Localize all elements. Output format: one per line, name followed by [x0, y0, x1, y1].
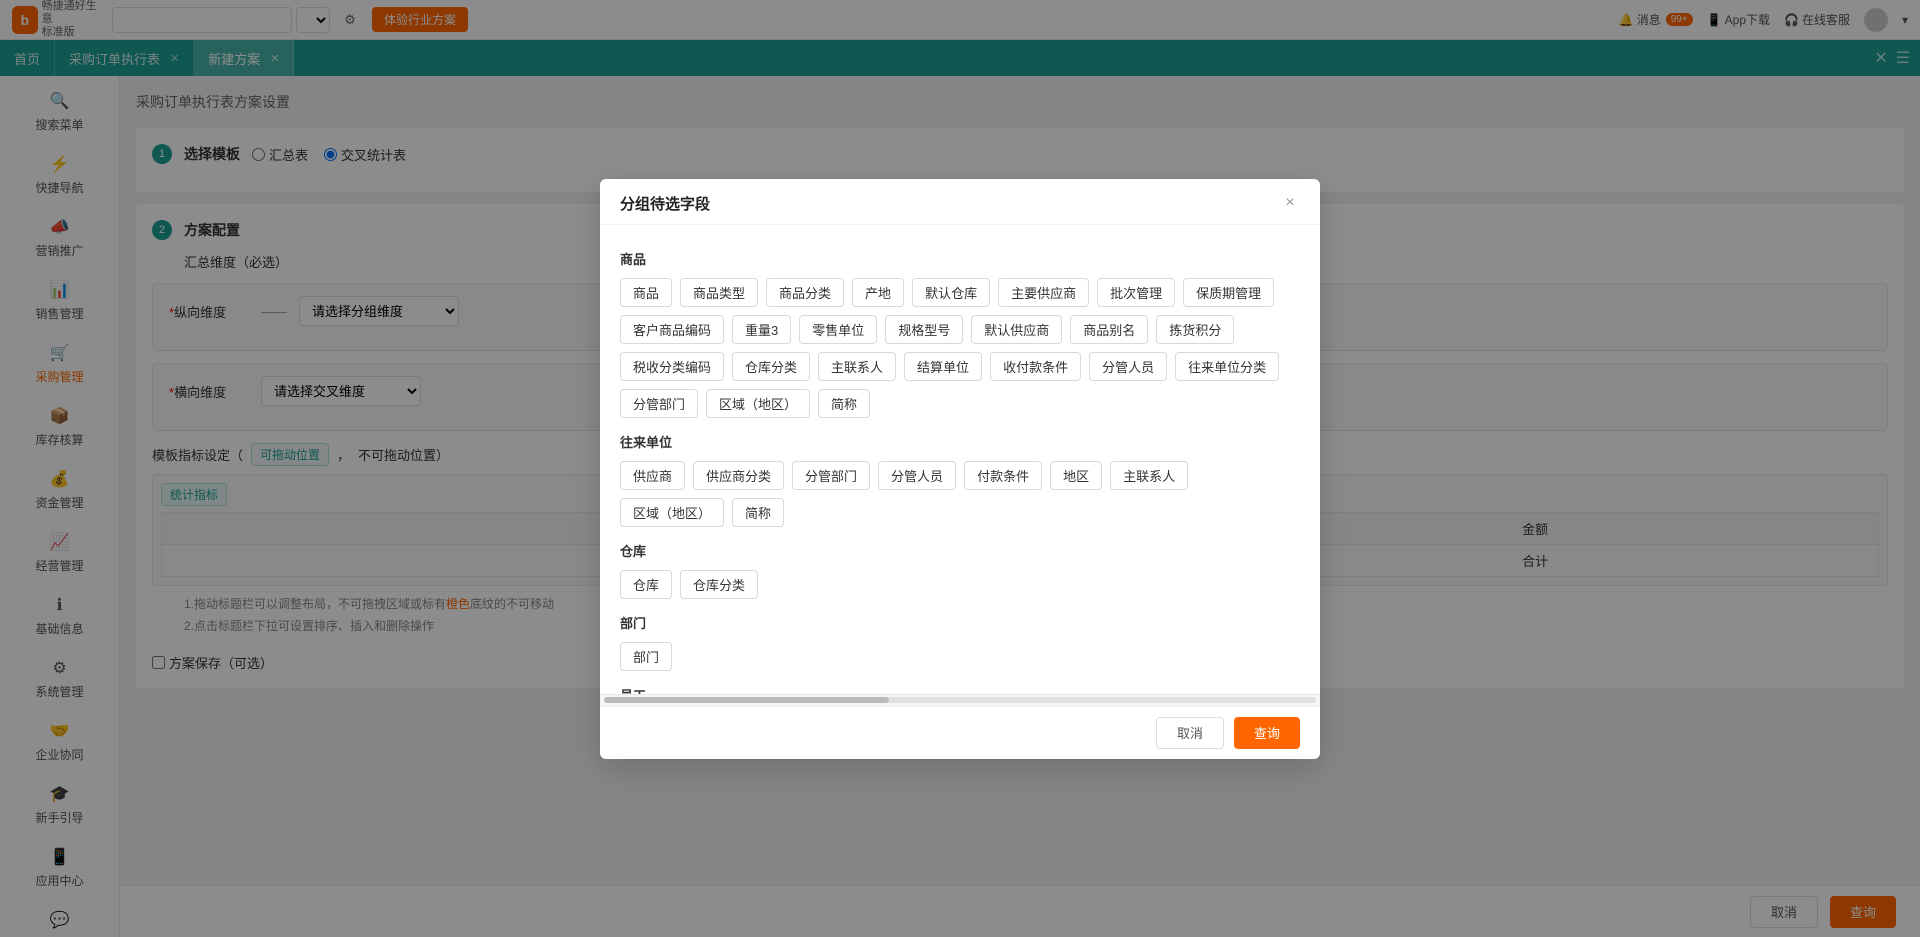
modal-cancel-button[interactable]: 取消: [1156, 717, 1224, 749]
field-chip[interactable]: 供应商分类: [693, 461, 784, 490]
field-chip[interactable]: 保质期管理: [1183, 278, 1274, 307]
field-chip[interactable]: 付款条件: [964, 461, 1042, 490]
field-chip[interactable]: 区域（地区）: [620, 498, 724, 527]
field-chip[interactable]: 默认仓库: [912, 278, 990, 307]
modal-title: 分组待选字段: [620, 193, 710, 214]
modal-hscrollbar[interactable]: [600, 694, 1320, 706]
field-chip[interactable]: 商品: [620, 278, 672, 307]
field-chip[interactable]: 税收分类编码: [620, 352, 724, 381]
field-chip[interactable]: 规格型号: [885, 315, 963, 344]
hscroll-thumb: [604, 697, 889, 703]
modal-overlay[interactable]: 分组待选字段 × 商品 商品 商品类型 商品分类 产地 默认仓库 主要供应商 批…: [0, 0, 1920, 937]
section-title-staff: 员工: [620, 685, 1300, 694]
field-chip[interactable]: 部门: [620, 642, 672, 671]
section-title-partner: 往来单位: [620, 432, 1300, 451]
field-grid-goods: 商品 商品类型 商品分类 产地 默认仓库 主要供应商 批次管理 保质期管理 客户…: [620, 278, 1300, 418]
field-chip[interactable]: 商品分类: [766, 278, 844, 307]
modal: 分组待选字段 × 商品 商品 商品类型 商品分类 产地 默认仓库 主要供应商 批…: [600, 179, 1320, 759]
field-chip[interactable]: 仓库分类: [680, 570, 758, 599]
field-chip[interactable]: 批次管理: [1097, 278, 1175, 307]
field-chip[interactable]: 产地: [852, 278, 904, 307]
field-chip[interactable]: 分管人员: [878, 461, 956, 490]
field-chip[interactable]: 简称: [818, 389, 870, 418]
section-title-goods: 商品: [620, 249, 1300, 268]
field-chip[interactable]: 分管部门: [620, 389, 698, 418]
field-chip[interactable]: 地区: [1050, 461, 1102, 490]
field-chip[interactable]: 默认供应商: [971, 315, 1062, 344]
modal-header: 分组待选字段 ×: [600, 179, 1320, 225]
field-chip[interactable]: 商品别名: [1070, 315, 1148, 344]
field-chip[interactable]: 主联系人: [1110, 461, 1188, 490]
modal-confirm-button[interactable]: 查询: [1234, 717, 1300, 749]
field-chip[interactable]: 分管人员: [1089, 352, 1167, 381]
field-chip[interactable]: 分管部门: [792, 461, 870, 490]
field-chip[interactable]: 主要供应商: [998, 278, 1089, 307]
field-chip[interactable]: 主联系人: [818, 352, 896, 381]
field-chip[interactable]: 往来单位分类: [1175, 352, 1279, 381]
field-chip[interactable]: 结算单位: [904, 352, 982, 381]
modal-close-button[interactable]: ×: [1280, 193, 1300, 213]
hscroll-track: [604, 697, 1316, 703]
field-grid-partner: 供应商 供应商分类 分管部门 分管人员 付款条件 地区 主联系人 区域（地区） …: [620, 461, 1300, 527]
field-chip[interactable]: 供应商: [620, 461, 685, 490]
field-chip[interactable]: 重量3: [732, 315, 791, 344]
field-chip[interactable]: 客户商品编码: [620, 315, 724, 344]
field-chip[interactable]: 拣货积分: [1156, 315, 1234, 344]
field-chip[interactable]: 商品类型: [680, 278, 758, 307]
field-chip[interactable]: 简称: [732, 498, 784, 527]
section-title-dept: 部门: [620, 613, 1300, 632]
section-title-warehouse: 仓库: [620, 541, 1300, 560]
field-chip[interactable]: 零售单位: [799, 315, 877, 344]
field-chip[interactable]: 仓库: [620, 570, 672, 599]
field-grid-dept: 部门: [620, 642, 1300, 671]
modal-footer: 取消 查询: [600, 706, 1320, 759]
field-chip[interactable]: 收付款条件: [990, 352, 1081, 381]
modal-body: 商品 商品 商品类型 商品分类 产地 默认仓库 主要供应商 批次管理 保质期管理…: [600, 225, 1320, 694]
field-chip[interactable]: 仓库分类: [732, 352, 810, 381]
field-grid-warehouse: 仓库 仓库分类: [620, 570, 1300, 599]
field-chip[interactable]: 区域（地区）: [706, 389, 810, 418]
